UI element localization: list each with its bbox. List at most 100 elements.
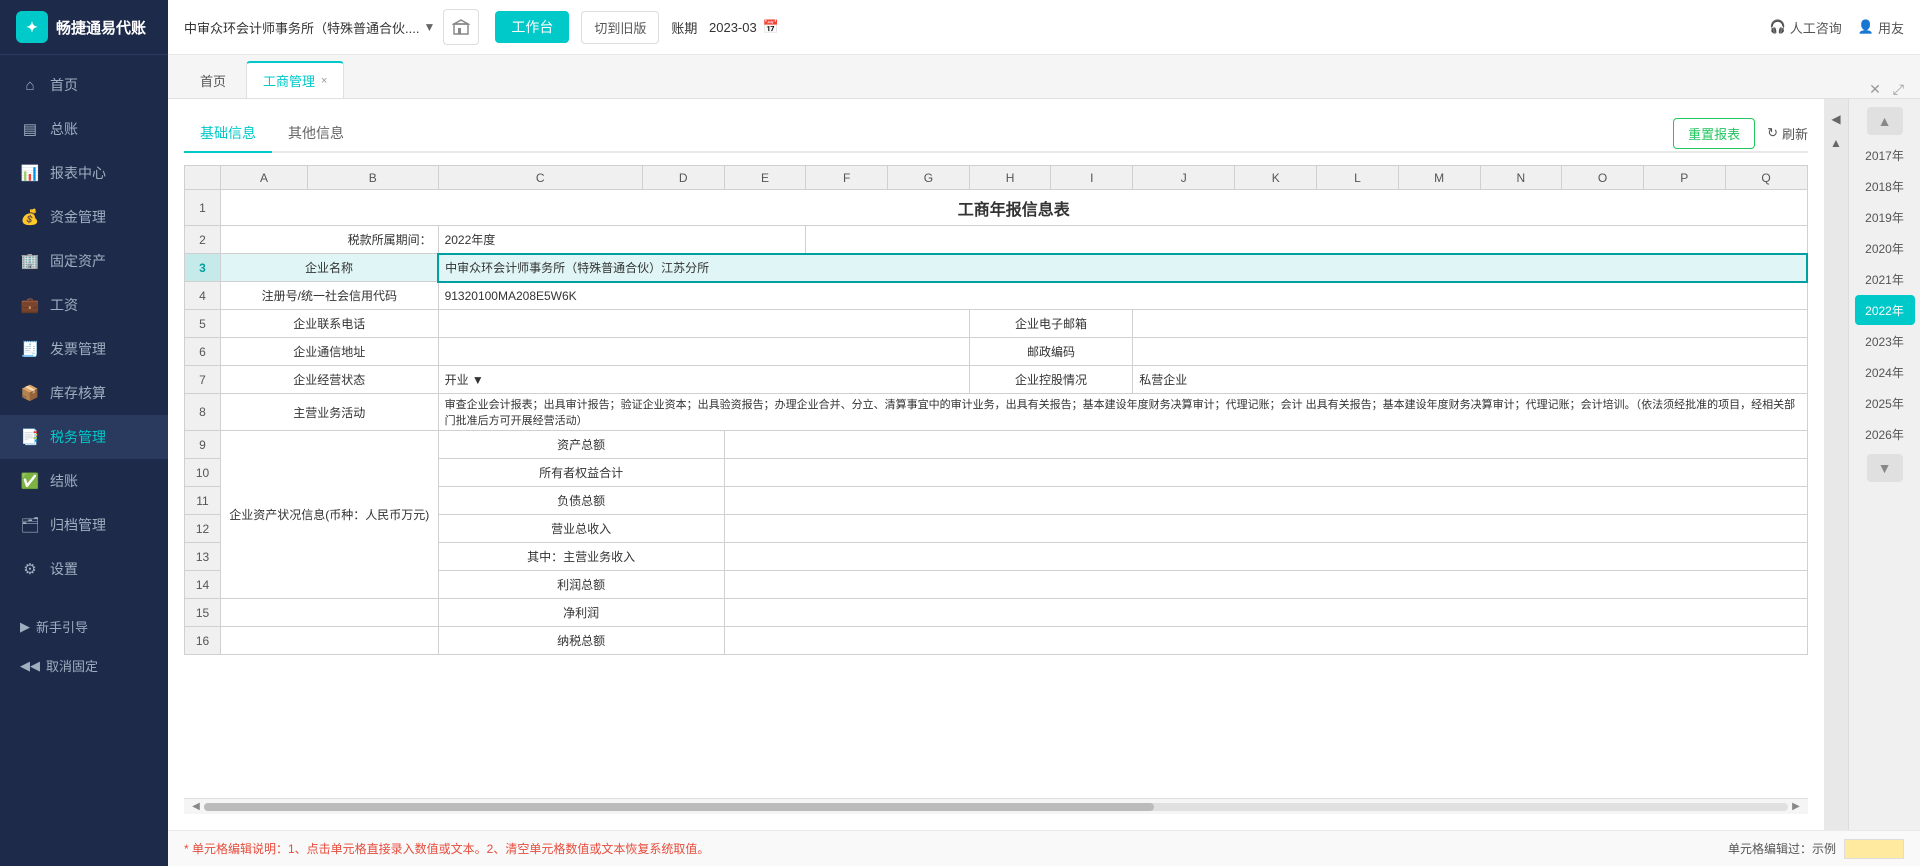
cell-6-post[interactable] [1133, 338, 1807, 366]
year-down-arrow[interactable]: ▼ [1867, 454, 1903, 482]
cell-10-value[interactable] [724, 459, 1807, 487]
statusbar: * 单元格编辑说明：1、点击单元格直接录入数值或文本。2、清空单元格数值或文本恢… [168, 830, 1920, 866]
workbench-button[interactable]: 工作台 [495, 11, 569, 43]
col-m: M [1398, 166, 1480, 190]
newbie-label: 新手引导 [36, 617, 88, 636]
service-button[interactable]: 🎧 人工咨询 [1770, 18, 1842, 37]
finance-icon: 💰 [20, 207, 40, 227]
year-item[interactable]: 2023年 [1855, 326, 1915, 356]
cell-3-ab: 企业名称 [221, 254, 439, 282]
inventory-icon: 📦 [20, 383, 40, 403]
title-cell[interactable]: 工商年报信息表 [221, 190, 1808, 226]
cell-14-value[interactable] [724, 571, 1807, 599]
sidebar-item-archive[interactable]: 🗂 归档管理 [0, 503, 168, 547]
scrollbar-horizontal[interactable]: ◀ ▶ [184, 798, 1808, 814]
calendar-icon[interactable]: 📅 [763, 19, 779, 35]
row-num-12: 12 [185, 515, 221, 543]
sidebar-item-tax[interactable]: 📑 税务管理 [0, 415, 168, 459]
sidebar-item-salary[interactable]: 💼 工资 [0, 283, 168, 327]
cell-13-label: 其中：主营业务收入 [438, 543, 724, 571]
statusbar-right: 单元格编辑过：示例 [1728, 839, 1904, 859]
year-item[interactable]: 2020年 [1855, 233, 1915, 263]
cell-8-value[interactable]: 审查企业会计报表；出具审计报告；验证企业资本；出具验资报告；办理企业合并、分立、… [438, 394, 1807, 431]
subtabs: 基础信息 其他信息 重置报表 ↻ 刷新 [184, 115, 1808, 153]
company-icon-button[interactable] [443, 9, 479, 45]
sidebar-item-assets[interactable]: 🏢 固定资产 [0, 239, 168, 283]
cell-2-cde[interactable]: 2022年度 [438, 226, 806, 254]
scroll-right-arrow[interactable]: ▶ [1788, 799, 1804, 815]
right-up-arrow[interactable]: ▲ [1826, 133, 1846, 153]
sidebar-item-inventory[interactable]: 📦 库存核算 [0, 371, 168, 415]
sidebar-item-invoice[interactable]: 🧾 发票管理 [0, 327, 168, 371]
year-item[interactable]: 2022年 [1855, 295, 1915, 325]
cell-3-value[interactable]: 中审众环会计师事务所（特殊普通合伙）江苏分所 [438, 254, 1807, 282]
cell-5-email[interactable] [1133, 310, 1807, 338]
sidebar-item-reports[interactable]: 📊 报表中心 [0, 151, 168, 195]
main-content: 中审众环会计师事务所（特殊普通合伙.... ▼ 工作台 切到旧版 账期 2023… [168, 0, 1920, 866]
cell-15-ab [221, 599, 439, 627]
tax-icon: 📑 [20, 427, 40, 447]
sidebar-item-finance[interactable]: 💰 资金管理 [0, 195, 168, 239]
tab-business[interactable]: 工商管理 × [246, 61, 344, 98]
row-num-4: 4 [185, 282, 221, 310]
row-num-10: 10 [185, 459, 221, 487]
tab-close-icon[interactable]: × [321, 75, 327, 87]
cell-5-phone[interactable] [438, 310, 969, 338]
sidebar-cancel-fixed[interactable]: ◀◀ 取消固定 [0, 646, 168, 685]
year-up-arrow[interactable]: ▲ [1867, 107, 1903, 135]
year-item[interactable]: 2024年 [1855, 357, 1915, 387]
period-value: 2023-03 [709, 20, 757, 35]
table-row: 3 企业名称 中审众环会计师事务所（特殊普通合伙）江苏分所 [185, 254, 1808, 282]
cell-9-value[interactable] [724, 431, 1807, 459]
col-n: N [1480, 166, 1562, 190]
refresh-button[interactable]: ↻ 刷新 [1767, 124, 1808, 143]
cell-7-status[interactable]: 开业 ▼ [438, 366, 969, 394]
tab-home[interactable]: 首页 [184, 63, 242, 98]
tab-business-label: 工商管理 [263, 71, 315, 90]
year-item[interactable]: 2026年 [1855, 419, 1915, 449]
row-num-6: 6 [185, 338, 221, 366]
cell-2-ab: 税款所属期间： [221, 226, 439, 254]
col-e: E [724, 166, 806, 190]
sidebar-item-settings[interactable]: ⚙ 设置 [0, 547, 168, 591]
table-row: 9 企业资产状况信息(币种：人民币万元) 资产总额 [185, 431, 1808, 459]
cell-15-value[interactable] [724, 599, 1807, 627]
year-item[interactable]: 2018年 [1855, 171, 1915, 201]
sidebar-label-finance: 资金管理 [50, 207, 106, 227]
table-row: 15 净利润 [185, 599, 1808, 627]
sidebar-label-archive: 归档管理 [50, 515, 106, 535]
cell-7-control[interactable]: 私营企业 [1133, 366, 1807, 394]
table-row: 4 注册号/统一社会信用代码 91320100MA208E5W6K [185, 282, 1808, 310]
scroll-thumb[interactable] [204, 803, 1154, 811]
sidebar-label-close-account: 结账 [50, 471, 78, 491]
year-item[interactable]: 2025年 [1855, 388, 1915, 418]
sidebar-item-home[interactable]: ⌂ 首页 [0, 63, 168, 107]
panel-close-icon[interactable]: ✕ [1869, 81, 1881, 98]
cell-11-value[interactable] [724, 487, 1807, 515]
year-item[interactable]: 2017年 [1855, 140, 1915, 170]
cell-16-value[interactable] [724, 627, 1807, 655]
sidebar-newbie[interactable]: ▶ 新手引导 [0, 607, 168, 646]
cancel-fixed-label: 取消固定 [46, 656, 98, 675]
cell-13-value[interactable] [724, 543, 1807, 571]
subtab-basic[interactable]: 基础信息 [184, 115, 272, 153]
year-item[interactable]: 2019年 [1855, 202, 1915, 232]
cell-12-value[interactable] [724, 515, 1807, 543]
period-label: 账期 [671, 18, 697, 37]
right-collapse-button[interactable]: ◀ [1826, 109, 1846, 129]
col-f: F [806, 166, 888, 190]
col-c: C [438, 166, 642, 190]
panel-expand-icon[interactable]: ⤢ [1893, 81, 1904, 98]
spreadsheet-wrapper[interactable]: A B C D E F G H I J K L [184, 165, 1808, 798]
old-version-button[interactable]: 切到旧版 [581, 11, 659, 44]
cell-6-addr[interactable] [438, 338, 969, 366]
year-item[interactable]: 2021年 [1855, 264, 1915, 294]
reset-button[interactable]: 重置报表 [1673, 118, 1755, 149]
cell-4-value[interactable]: 91320100MA208E5W6K [438, 282, 1807, 310]
sidebar-item-ledger[interactable]: ▤ 总账 [0, 107, 168, 151]
user-button[interactable]: 👤 用友 [1858, 18, 1904, 37]
company-selector[interactable]: 中审众环会计师事务所（特殊普通合伙.... ▼ [184, 18, 435, 37]
scroll-left-arrow[interactable]: ◀ [188, 799, 204, 815]
subtab-other[interactable]: 其他信息 [272, 115, 360, 153]
sidebar-item-close-account[interactable]: ✅ 结账 [0, 459, 168, 503]
